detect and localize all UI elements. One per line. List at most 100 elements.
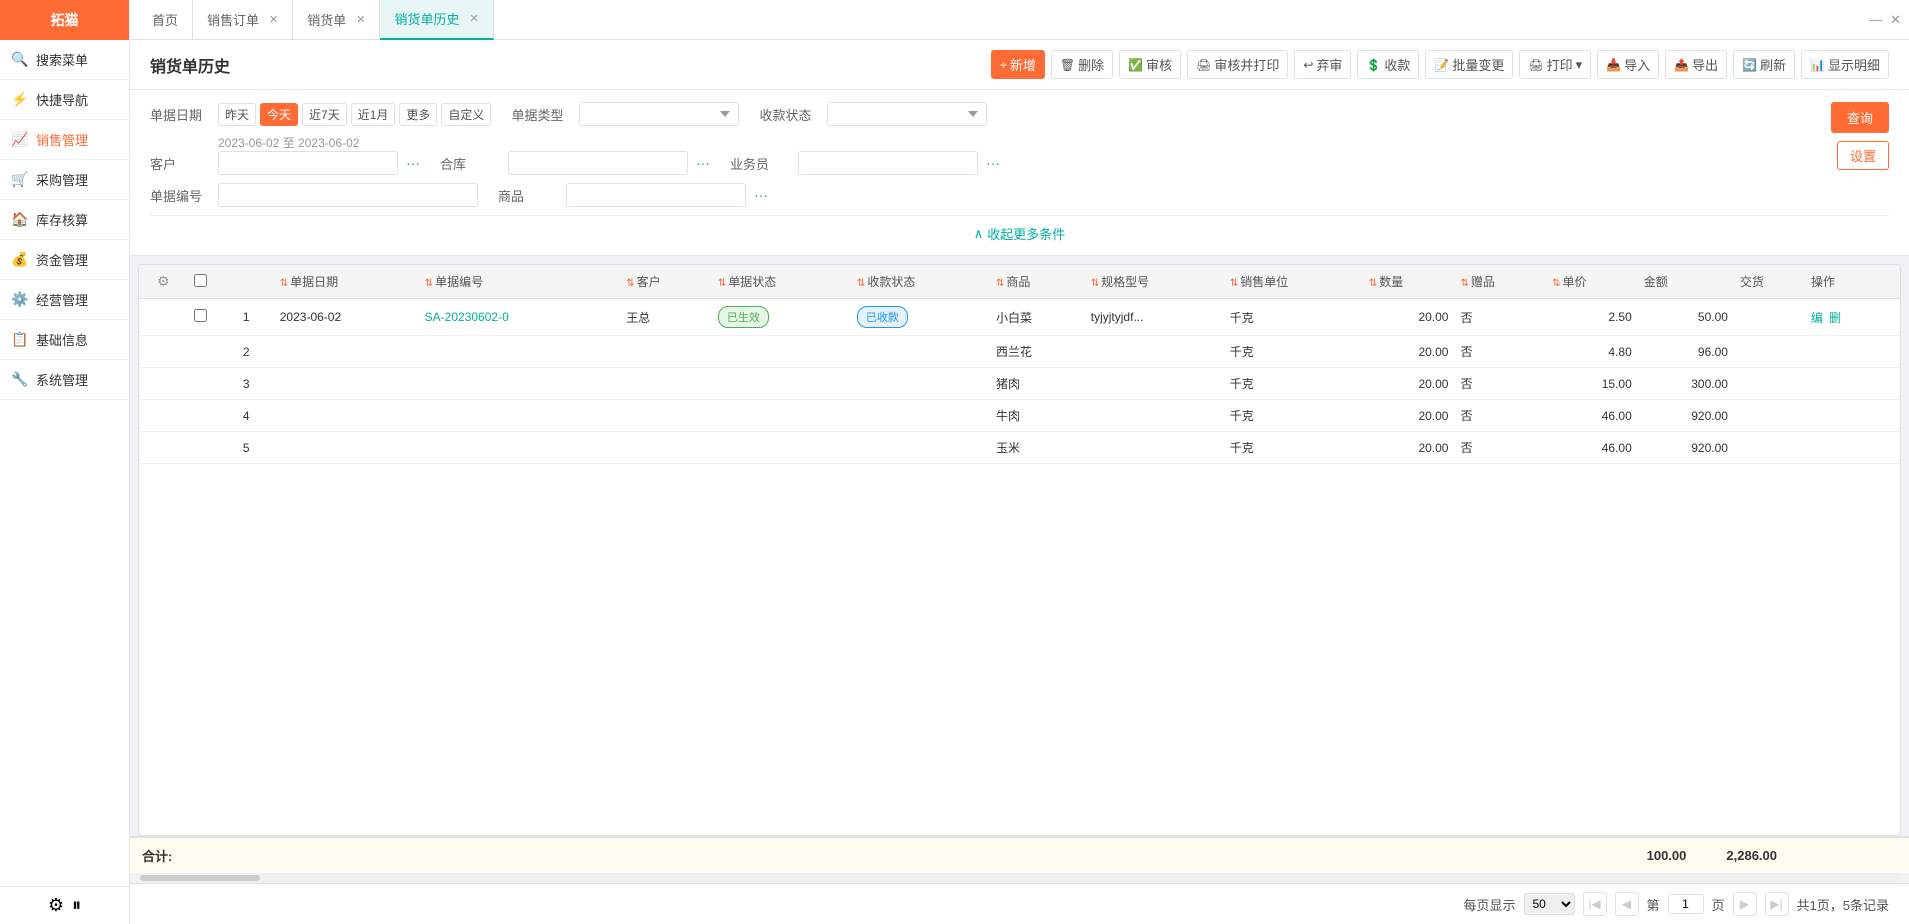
horizontal-scrollbar[interactable] bbox=[138, 873, 1901, 883]
sidebar-logo: 拓猫 bbox=[0, 0, 129, 40]
action-删-0[interactable]: 删 bbox=[1829, 311, 1841, 325]
export-button[interactable]: 📤 导出 bbox=[1665, 50, 1727, 79]
page-next-btn[interactable]: ▶ bbox=[1733, 892, 1757, 916]
filter-docno-label: 单据编号 bbox=[150, 186, 210, 205]
row-unit-3: 千克 bbox=[1224, 400, 1363, 432]
abandon-button[interactable]: ↩ 弃审 bbox=[1294, 50, 1351, 79]
col-qty[interactable]: ⇅数量 bbox=[1363, 265, 1455, 299]
sidebar-setting-icon[interactable]: ⚙ bbox=[48, 895, 64, 916]
page-size-select[interactable]: 50 100 bbox=[1524, 893, 1575, 915]
gear-icon[interactable]: ⚙ bbox=[157, 273, 170, 289]
col-unit-price[interactable]: ⇅单价 bbox=[1546, 265, 1638, 299]
page-num-input[interactable]: 1 bbox=[1668, 894, 1704, 914]
collect-button[interactable]: 💲 收款 bbox=[1357, 50, 1419, 79]
row-select-checkbox[interactable] bbox=[194, 309, 207, 322]
row-customer-1 bbox=[620, 336, 712, 368]
tab-sales-history-close[interactable]: ✕ bbox=[470, 12, 479, 25]
date-btn-more[interactable]: 更多 bbox=[399, 103, 437, 126]
row-qty-4: 20.00 bbox=[1363, 432, 1455, 464]
filter-warehouse-input[interactable] bbox=[508, 151, 688, 175]
row-doc-date-4 bbox=[274, 432, 419, 464]
col-doc-status[interactable]: ⇅单据状态 bbox=[712, 265, 851, 299]
tab-sales-order-close[interactable]: ✕ bbox=[269, 13, 278, 26]
sidebar-bottom: ⚙ ⏸ bbox=[0, 886, 129, 924]
sidebar-item-basic-info[interactable]: 📋 基础信息 bbox=[0, 320, 129, 360]
page-last-btn[interactable]: ▶| bbox=[1765, 892, 1789, 916]
page-first-btn[interactable]: |◀ bbox=[1583, 892, 1607, 916]
tab-sales-order[interactable]: 销售订单 ✕ bbox=[193, 0, 293, 40]
filter-product-dots[interactable]: ··· bbox=[754, 187, 768, 203]
row-product-1: 西兰花 bbox=[990, 336, 1085, 368]
filter-date-field: 单据日期 昨天 今天 近7天 近1月 更多 自定义 bbox=[150, 103, 491, 126]
delete-button[interactable]: 🗑 删除 bbox=[1051, 50, 1113, 79]
sidebar-item-finance-mgmt[interactable]: 💰 资金管理 bbox=[0, 240, 129, 280]
filter-salesperson-input[interactable] bbox=[798, 151, 978, 175]
row-doc-date-2 bbox=[274, 368, 419, 400]
tab-sales-history[interactable]: 销货单历史 ✕ bbox=[380, 0, 493, 40]
print-icon: 🖨 bbox=[1528, 58, 1543, 72]
sidebar-item-sales-mgmt[interactable]: 📈 销售管理 bbox=[0, 120, 129, 160]
filter-doc-type-select[interactable] bbox=[579, 102, 739, 126]
row-customer-0: 王总 bbox=[620, 299, 712, 336]
row-amount-2: 300.00 bbox=[1638, 368, 1734, 400]
tab-sales-delivery[interactable]: 销货单 ✕ bbox=[293, 0, 380, 40]
action-编-0[interactable]: 编 bbox=[1811, 311, 1823, 325]
filter-customer-input[interactable] bbox=[218, 151, 398, 175]
add-button[interactable]: + 新增 bbox=[991, 50, 1045, 79]
tab-bar-close[interactable]: ✕ bbox=[1890, 12, 1901, 28]
data-table: ⚙ ⇅单据日期 ⇅单据编号 ⇅客户 ⇅单据状态 ⇅收款状态 ⇅商品 ⇅规格型号 … bbox=[139, 265, 1900, 464]
scroll-thumb[interactable] bbox=[140, 875, 260, 881]
sidebar-item-ops-mgmt[interactable]: ⚙️ 经营管理 bbox=[0, 280, 129, 320]
tab-home[interactable]: 首页 bbox=[138, 0, 193, 40]
collapse-btn[interactable]: ∧ 收起更多条件 bbox=[974, 224, 1066, 243]
row-action-0: 编删 bbox=[1805, 299, 1900, 336]
date-btn-today[interactable]: 今天 bbox=[260, 103, 298, 126]
col-product[interactable]: ⇅商品 bbox=[990, 265, 1085, 299]
query-button[interactable]: 查询 bbox=[1831, 102, 1889, 133]
print-button[interactable]: 🖨 打印 ▾ bbox=[1519, 50, 1591, 79]
filter-warehouse-dots[interactable]: ··· bbox=[696, 155, 710, 171]
setting-button[interactable]: 设置 bbox=[1837, 141, 1889, 170]
doc-no-link-0[interactable]: SA-20230602-0 bbox=[425, 310, 509, 324]
date-btn-7days[interactable]: 近7天 bbox=[302, 103, 347, 126]
refresh-button[interactable]: 🔄 刷新 bbox=[1733, 50, 1795, 79]
import-button[interactable]: 📥 导入 bbox=[1597, 50, 1659, 79]
batch-change-button[interactable]: 📝 批量变更 bbox=[1425, 50, 1513, 79]
sidebar-item-inventory-calc[interactable]: 🏠 库存核算 bbox=[0, 200, 129, 240]
filter-customer-dots[interactable]: ··· bbox=[406, 155, 420, 171]
select-all-checkbox[interactable] bbox=[194, 274, 207, 287]
col-spec[interactable]: ⇅规格型号 bbox=[1085, 265, 1224, 299]
tab-bar-minus[interactable]: — bbox=[1869, 12, 1882, 27]
col-gift[interactable]: ⇅赠品 bbox=[1454, 265, 1546, 299]
page-label-pre: 第 bbox=[1647, 895, 1660, 914]
tab-sales-delivery-close[interactable]: ✕ bbox=[356, 13, 365, 26]
row-action-3 bbox=[1805, 400, 1900, 432]
col-collect-status[interactable]: ⇅收款状态 bbox=[851, 265, 990, 299]
filter-salesperson-dots[interactable]: ··· bbox=[986, 155, 1000, 171]
summary-label: 合计: bbox=[142, 846, 172, 865]
filter-product-input[interactable] bbox=[566, 183, 746, 207]
col-doc-date[interactable]: ⇅单据日期 bbox=[274, 265, 419, 299]
show-detail-button[interactable]: 📊 显示明细 bbox=[1801, 50, 1889, 79]
col-doc-no[interactable]: ⇅单据编号 bbox=[419, 265, 621, 299]
sidebar-item-quick-nav[interactable]: ⚡ 快捷导航 bbox=[0, 80, 129, 120]
filter-date-range-text: 2023-06-02 至 2023-06-02 bbox=[218, 134, 359, 151]
col-customer[interactable]: ⇅客户 bbox=[620, 265, 712, 299]
date-btn-1month[interactable]: 近1月 bbox=[351, 103, 396, 126]
date-btn-custom[interactable]: 自定义 bbox=[441, 103, 491, 126]
filter-collect-status-select[interactable] bbox=[827, 102, 987, 126]
review-button[interactable]: ✅ 审核 bbox=[1119, 50, 1181, 79]
basic-info-icon: 📋 bbox=[12, 332, 28, 348]
review-print-button[interactable]: 🖨 审核并打印 bbox=[1187, 50, 1288, 79]
date-btn-yesterday[interactable]: 昨天 bbox=[218, 103, 256, 126]
row-unit-price-0: 2.50 bbox=[1546, 299, 1638, 336]
sidebar-item-purchase-mgmt[interactable]: 🛒 采购管理 bbox=[0, 160, 129, 200]
col-unit[interactable]: ⇅销售单位 bbox=[1224, 265, 1363, 299]
page-header: 销货单历史 + 新增 🗑 删除 ✅ 审核 🖨 审核并打印 bbox=[130, 40, 1909, 90]
sidebar-item-sys-mgmt[interactable]: 🔧 系统管理 bbox=[0, 360, 129, 400]
filter-docno-input[interactable] bbox=[218, 183, 478, 207]
sidebar-collapse-icon[interactable]: ⏸ bbox=[72, 895, 81, 916]
sidebar-item-search-menu[interactable]: 🔍 搜索菜单 bbox=[0, 40, 129, 80]
filter-collect-status-field: 收款状态 bbox=[759, 102, 987, 126]
page-prev-btn[interactable]: ◀ bbox=[1615, 892, 1639, 916]
